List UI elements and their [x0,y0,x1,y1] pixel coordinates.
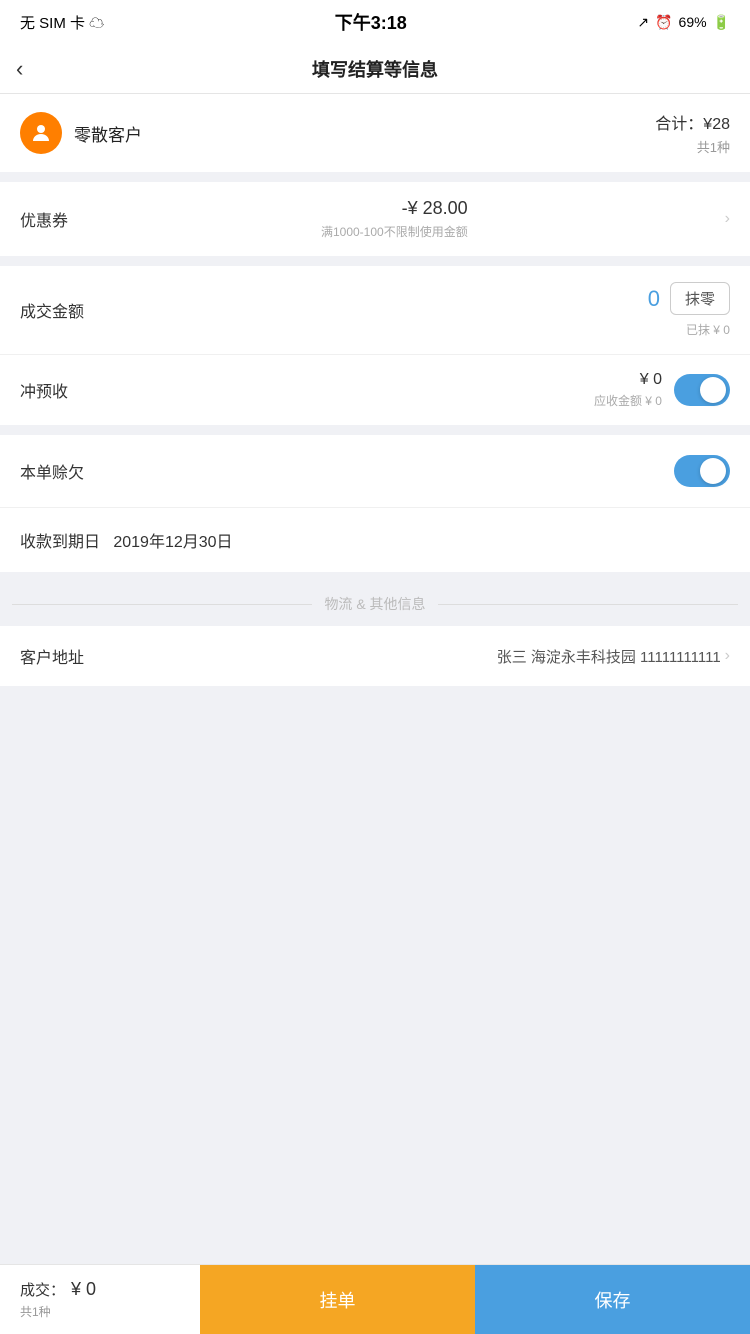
bottom-deal-amount: ¥ 0 [71,1279,96,1300]
prepay-values: ¥ 0 应收金额 ¥ 0 [594,371,662,409]
round-button[interactable]: 抹零 [670,282,730,315]
toggle-knob [700,377,726,403]
customer-right: 合计：¥28 共1种 [655,110,730,156]
battery-icon: 🔋 [713,14,730,31]
bottom-deal: 成交： ¥ 0 [20,1279,180,1300]
transaction-label: 成交金额 [20,298,84,322]
customer-count: 共1种 [655,137,730,156]
bottom-deal-label: 成交： [20,1279,65,1300]
customer-section: 零散客户 合计：¥28 共1种 [0,94,750,172]
transaction-sub: 已抹 ¥ 0 [686,321,730,338]
no-sim-text: 无 SIM 卡 ☁ [20,12,104,33]
prepay-label: 冲预收 [20,378,68,402]
coupon-right: -¥ 28.00 满1000-100不限制使用金额 [321,198,468,240]
page-title: 填写结算等信息 [312,56,438,82]
prepay-amount: ¥ 0 [594,371,662,389]
bottom-bar: 成交： ¥ 0 共1种 挂单 保存 [0,1264,750,1334]
prepay-receivable: 应收金额 ¥ 0 [594,392,662,409]
coupon-amount: -¥ 28.00 [321,198,468,219]
divider-2 [0,256,750,266]
transaction-section: 成交金额 0 抹零 已抹 ¥ 0 冲预收 ¥ 0 应收金额 ¥ 0 [0,266,750,425]
credit-row: 本单赊欠 [0,435,750,507]
customer-name: 零散客户 [74,121,142,146]
logistics-label: 物流 & 其他信息 [324,594,425,614]
logistics-divider: 物流 & 其他信息 [0,582,750,626]
prepay-right: ¥ 0 应收金额 ¥ 0 [594,371,730,409]
due-date-value: 2019年12月30日 [113,534,232,551]
divider-3 [0,425,750,435]
transaction-row: 成交金额 0 抹零 已抹 ¥ 0 [0,266,750,355]
customer-left: 零散客户 [20,112,142,154]
battery-text: 69% [679,14,707,30]
status-bar: 无 SIM 卡 ☁ 下午3:18 ↗ ⏰ 69% 🔋 [0,0,750,44]
credit-label: 本单赊欠 [20,459,84,483]
address-label: 客户地址 [20,644,84,668]
coupon-chevron-icon: › [725,210,730,228]
logistics-line-left [12,604,312,605]
customer-avatar [20,112,62,154]
logistics-line-right [438,604,738,605]
save-button[interactable]: 保存 [475,1265,750,1334]
location-icon: ↗ [637,14,649,31]
coupon-row[interactable]: 优惠券 -¥ 28.00 满1000-100不限制使用金额 › [0,182,750,256]
status-right: ↗ ⏰ 69% 🔋 [637,14,730,31]
address-value: 张三 海淀永丰科技园 11111111111 [100,646,721,667]
alarm-icon: ⏰ [655,14,672,31]
coupon-section: 优惠券 -¥ 28.00 满1000-100不限制使用金额 › [0,182,750,256]
credit-section: 本单赊欠 收款到期日 2019年12月30日 [0,435,750,572]
bottom-count: 共1种 [20,1303,180,1320]
credit-toggle[interactable] [674,455,730,487]
customer-total: 合计：¥28 [655,110,730,134]
back-button[interactable]: ‹ [16,56,23,82]
status-time: 下午3:18 [335,9,407,35]
coupon-label: 优惠券 [20,207,68,231]
coupon-desc: 满1000-100不限制使用金额 [321,223,468,240]
prepay-row: 冲预收 ¥ 0 应收金额 ¥ 0 [0,355,750,425]
nav-bar: ‹ 填写结算等信息 [0,44,750,94]
prepay-toggle[interactable] [674,374,730,406]
divider-4 [0,572,750,582]
divider-1 [0,172,750,182]
address-chevron-icon: › [725,647,730,665]
due-date-text: 收款到期日 2019年12月30日 [20,534,233,551]
bottom-info: 成交： ¥ 0 共1种 [0,1265,200,1334]
status-left: 无 SIM 卡 ☁ [20,12,104,33]
due-date-section: 收款到期日 2019年12月30日 [0,507,750,572]
transaction-value: 0 [648,286,660,312]
due-date-label: 收款到期日 [20,534,100,551]
address-section[interactable]: 客户地址 张三 海淀永丰科技园 11111111111 › [0,626,750,686]
hold-button[interactable]: 挂单 [200,1265,475,1334]
credit-toggle-knob [700,458,726,484]
content: 零散客户 合计：¥28 共1种 优惠券 -¥ 28.00 满1000-100不限… [0,94,750,766]
